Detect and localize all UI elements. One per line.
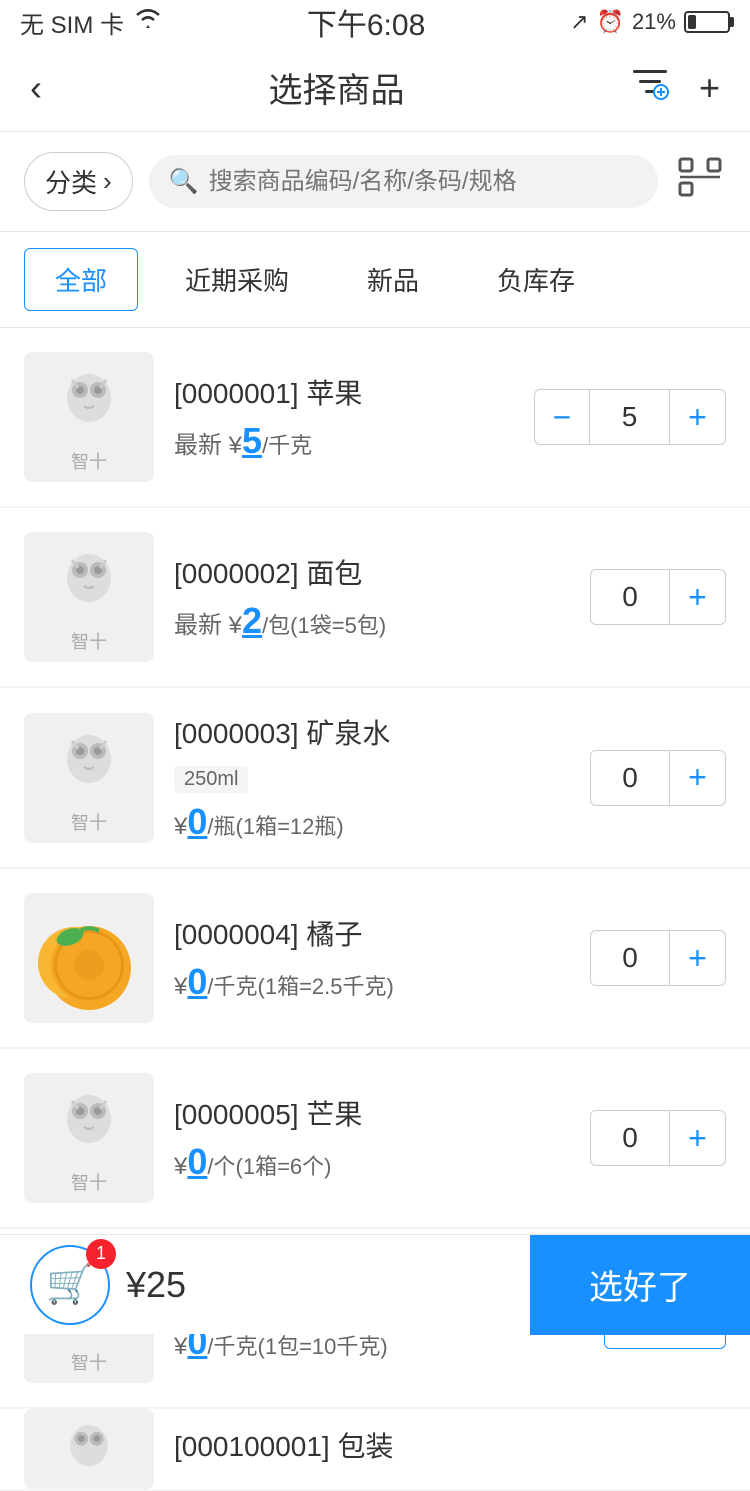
table-row: 智十 [0000003] 矿泉水 250ml ¥0/瓶(1箱=12瓶) 0 +: [0, 688, 750, 867]
table-row: [000100001] 包装: [0, 1409, 750, 1489]
increment-button[interactable]: +: [670, 930, 726, 986]
table-row: 智十 [0000002] 面包 最新 ¥2/包(1袋=5包) 0 +: [0, 508, 750, 686]
filter-bar: 分类 › 🔍: [0, 132, 750, 232]
product-name: [0000005] 芒果: [174, 1093, 570, 1133]
quantity-control: − +: [534, 389, 726, 445]
product-image: 智十: [24, 532, 154, 662]
owl-icon: [54, 721, 124, 803]
product-name: [0000001] 苹果: [174, 372, 514, 412]
quantity-control: 0 +: [590, 930, 726, 986]
cart-total: ¥25: [126, 1264, 186, 1306]
owl-icon: [59, 1413, 119, 1485]
cart-badge: 1: [86, 1239, 116, 1269]
cart-button[interactable]: 🛒 1: [30, 1245, 110, 1325]
category-button[interactable]: 分类 ›: [24, 152, 133, 211]
back-button[interactable]: ‹: [30, 67, 42, 109]
confirm-button[interactable]: 选好了: [530, 1235, 750, 1335]
cart-icon: 🛒: [46, 1263, 93, 1307]
product-info: [0000002] 面包 最新 ¥2/包(1袋=5包): [174, 552, 570, 642]
search-input[interactable]: [209, 168, 638, 196]
tab-bar: 全部 近期采购 新品 负库存: [0, 232, 750, 328]
nav-bar: ‹ 选择商品 +: [0, 44, 750, 132]
table-row: 智十 [0000005] 芒果 ¥0/个(1箱=6个) 0 +: [0, 1049, 750, 1227]
increment-button[interactable]: +: [670, 750, 726, 806]
quantity-control: 0 +: [590, 750, 726, 806]
table-row: [0000004] 橘子 ¥0/千克(1箱=2.5千克) 0 +: [0, 869, 750, 1047]
page-title: 选择商品: [268, 63, 404, 112]
battery-icon: [684, 11, 730, 33]
product-info: [0000004] 橘子 ¥0/千克(1箱=2.5千克): [174, 913, 570, 1003]
product-image: 智十: [24, 352, 154, 482]
tab-new[interactable]: 新品: [336, 248, 450, 311]
battery-percent: 21%: [632, 9, 676, 35]
owl-icon: [54, 1081, 124, 1163]
search-icon: 🔍: [169, 167, 199, 196]
tab-recent[interactable]: 近期采购: [154, 248, 320, 311]
quantity-display: 0: [590, 1110, 670, 1166]
tab-all[interactable]: 全部: [24, 248, 138, 311]
product-image: 智十: [24, 713, 154, 843]
product-price: ¥0/个(1箱=6个): [174, 1141, 570, 1183]
product-info: [0000001] 苹果 最新 ¥5/千克: [174, 372, 514, 462]
product-name: [0000004] 橘子: [174, 913, 570, 953]
quantity-control: 0 +: [590, 569, 726, 625]
wifi-icon: [134, 8, 162, 36]
quantity-input[interactable]: [590, 389, 670, 445]
nav-right: +: [631, 66, 720, 109]
category-label: 分类: [45, 163, 97, 200]
owl-icon: [54, 540, 124, 622]
carrier-text: 无 SIM 卡: [20, 5, 124, 40]
tab-negative[interactable]: 负库存: [466, 248, 606, 311]
product-price: ¥0/瓶(1箱=12瓶): [174, 801, 570, 843]
status-left: 无 SIM 卡: [20, 5, 162, 40]
increment-button[interactable]: +: [670, 569, 726, 625]
product-name: [0000003] 矿泉水: [174, 712, 570, 752]
increment-button[interactable]: +: [670, 1110, 726, 1166]
status-time: 下午6:08: [307, 0, 425, 44]
increment-button[interactable]: +: [670, 389, 726, 445]
product-info: [0000005] 芒果 ¥0/个(1箱=6个): [174, 1093, 570, 1183]
status-right: ↗ ⏰ 21%: [570, 9, 730, 35]
product-price: ¥0/千克(1箱=2.5千克): [174, 961, 570, 1003]
alarm-icon: ⏰: [597, 9, 624, 35]
product-info: [000100001] 包装: [174, 1425, 726, 1473]
product-tag: 250ml: [174, 766, 248, 793]
location-icon: ↗: [570, 9, 588, 35]
bottom-bar: 🛒 1 ¥25 选好了: [0, 1234, 750, 1334]
nav-left: ‹: [30, 67, 42, 109]
table-row: 智十 [0000001] 苹果 最新 ¥5/千克 − +: [0, 328, 750, 506]
quantity-display: 0: [590, 750, 670, 806]
filter-icon[interactable]: [631, 66, 669, 109]
product-image: [24, 893, 154, 1023]
quantity-display: 0: [590, 569, 670, 625]
product-image: [24, 1409, 154, 1489]
owl-icon: [54, 360, 124, 442]
cart-area: 🛒 1 ¥25: [0, 1245, 530, 1325]
product-price: 最新 ¥5/千克: [174, 420, 514, 462]
product-name: [0000002] 面包: [174, 552, 570, 592]
quantity-display: 0: [590, 930, 670, 986]
add-button[interactable]: +: [699, 67, 720, 109]
quantity-control: 0 +: [590, 1110, 726, 1166]
product-name: [000100001] 包装: [174, 1425, 726, 1465]
search-box: 🔍: [149, 155, 658, 208]
product-info: [0000003] 矿泉水 250ml ¥0/瓶(1箱=12瓶): [174, 712, 570, 843]
decrement-button[interactable]: −: [534, 389, 590, 445]
product-image: 智十: [24, 1073, 154, 1203]
status-bar: 无 SIM 卡 下午6:08 ↗ ⏰ 21%: [0, 0, 750, 44]
category-chevron-icon: ›: [103, 166, 112, 197]
product-price: 最新 ¥2/包(1袋=5包): [174, 600, 570, 642]
scan-icon[interactable]: [674, 153, 726, 210]
